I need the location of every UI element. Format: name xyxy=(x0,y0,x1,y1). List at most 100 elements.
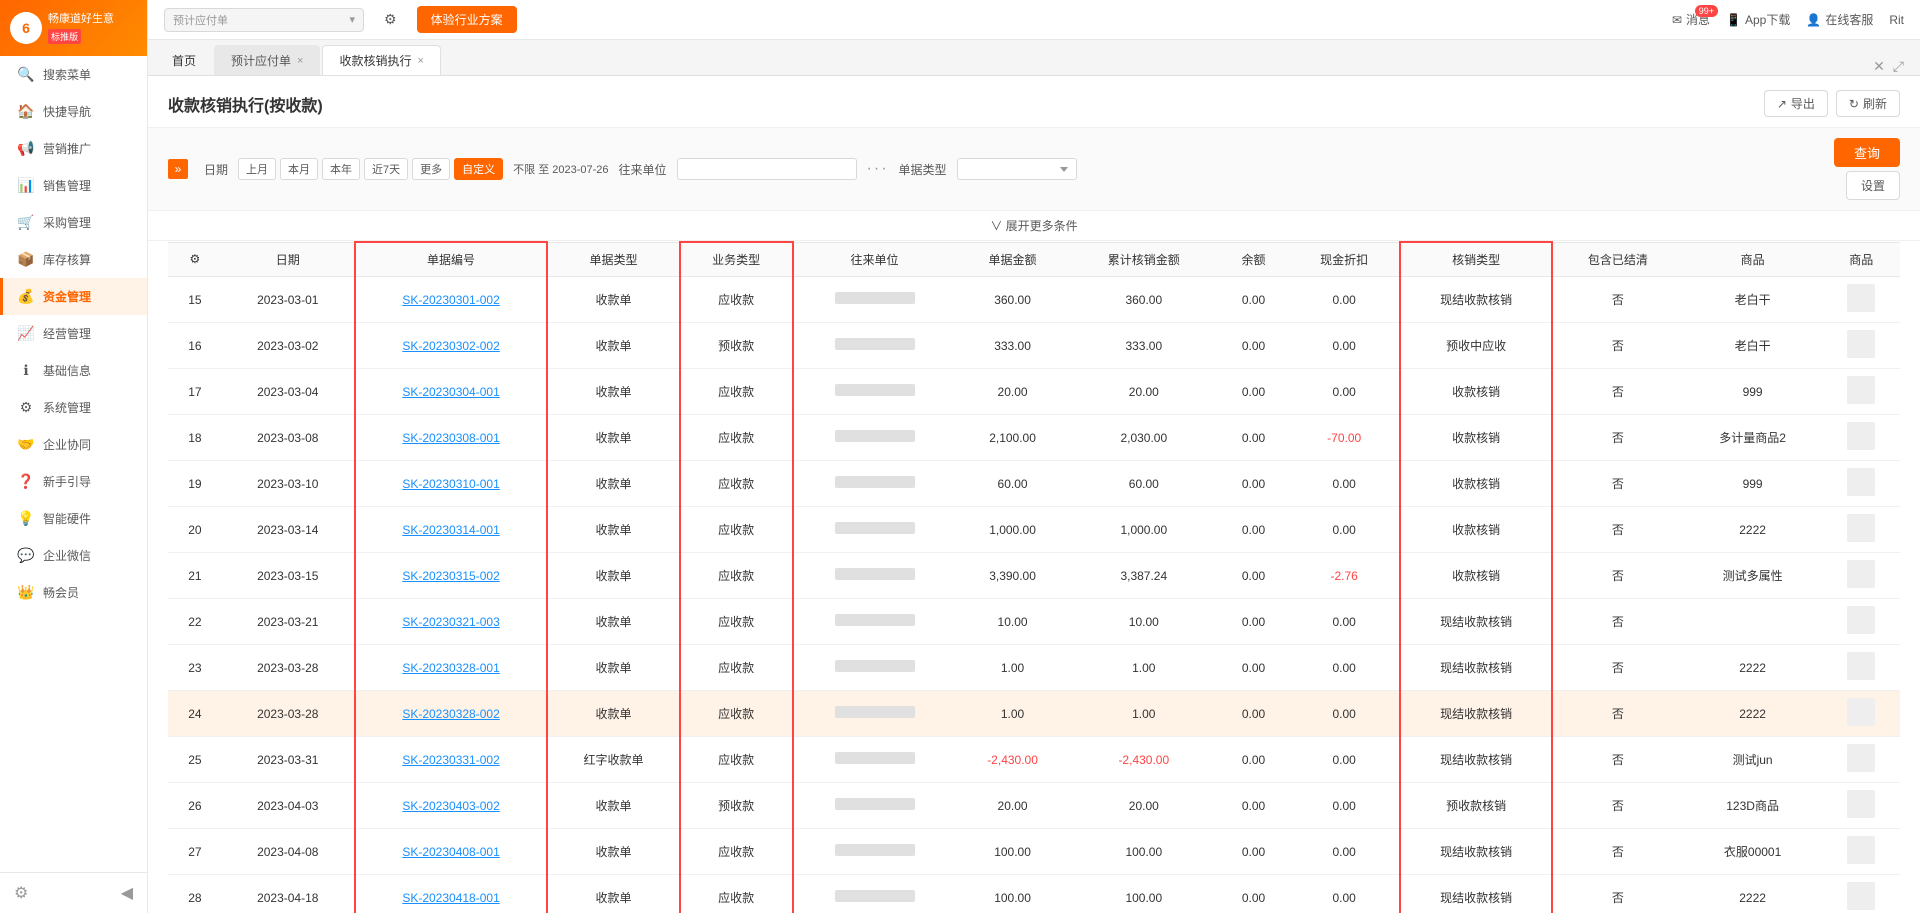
doc-link[interactable]: SK-20230321-003 xyxy=(402,615,499,629)
row-num: 21 xyxy=(168,553,222,599)
tab-writeoff-label: 收款核销执行 xyxy=(339,52,411,69)
filter-dots: ··· xyxy=(867,160,889,178)
sidebar-item-3[interactable]: 📊销售管理 xyxy=(0,167,147,204)
table-row: 22 2023-03-21 SK-20230321-003 收款单 应收款 10… xyxy=(168,599,1900,645)
expand-more-row[interactable]: ∨ 展开更多条件 xyxy=(148,211,1920,241)
tab-writeoff[interactable]: 收款核销执行 × xyxy=(322,45,440,75)
doc-link[interactable]: SK-20230331-002 xyxy=(402,753,499,767)
sidebar-item-11[interactable]: ❓新手引导 xyxy=(0,463,147,500)
collapse-icon[interactable]: ◀ xyxy=(121,883,133,903)
row-included: 否 xyxy=(1552,553,1683,599)
date-btn-this-year[interactable]: 本年 xyxy=(322,158,360,180)
row-product2 xyxy=(1823,691,1900,737)
receipt-type-select[interactable] xyxy=(957,158,1077,180)
doc-link[interactable]: SK-20230314-001 xyxy=(402,523,499,537)
row-balance: 0.00 xyxy=(1218,737,1289,783)
mobile-icon: 📱 xyxy=(1726,13,1741,27)
solution-button[interactable]: 体验行业方案 xyxy=(417,6,517,33)
row-amount: 20.00 xyxy=(956,369,1070,415)
username-label: Rit xyxy=(1889,13,1904,27)
sidebar-item-8[interactable]: ℹ基础信息 xyxy=(0,352,147,389)
row-product1: 老白干 xyxy=(1683,323,1823,369)
tab-home[interactable]: 首页 xyxy=(156,46,212,75)
doc-link[interactable]: SK-20230304-001 xyxy=(402,385,499,399)
sidebar-item-14[interactable]: 👑畅会员 xyxy=(0,574,147,611)
doc-link[interactable]: SK-20230328-001 xyxy=(402,661,499,675)
app-download-btn[interactable]: 📱 App下载 xyxy=(1726,11,1790,28)
online-service-btn[interactable]: 👤 在线客服 xyxy=(1806,11,1873,28)
row-discount: 0.00 xyxy=(1289,369,1400,415)
filter-toggle-button[interactable]: » xyxy=(168,159,188,179)
doc-link[interactable]: SK-20230408-001 xyxy=(402,845,499,859)
sidebar-item-9[interactable]: ⚙系统管理 xyxy=(0,389,147,426)
service-icon: 👤 xyxy=(1806,13,1821,27)
col-header-settings[interactable]: ⚙ xyxy=(168,242,222,277)
table-row: 27 2023-04-08 SK-20230408-001 收款单 应收款 10… xyxy=(168,829,1900,875)
row-biztype: 应收款 xyxy=(680,599,793,645)
doc-link[interactable]: SK-20230418-001 xyxy=(402,891,499,905)
row-discount: 0.00 xyxy=(1289,277,1400,323)
doc-link[interactable]: SK-20230310-001 xyxy=(402,477,499,491)
user-info[interactable]: Rit xyxy=(1889,13,1904,27)
doc-link[interactable]: SK-20230315-002 xyxy=(402,569,499,583)
refresh-button[interactable]: ↻ 刷新 xyxy=(1836,90,1900,117)
row-amount: 60.00 xyxy=(956,461,1070,507)
sidebar-item-12[interactable]: 💡智能硬件 xyxy=(0,500,147,537)
doc-link[interactable]: SK-20230302-002 xyxy=(402,339,499,353)
row-writeoff-type: 现结收款核销 xyxy=(1400,277,1552,323)
row-doctype: 收款单 xyxy=(547,277,679,323)
row-doctype: 收款单 xyxy=(547,829,679,875)
date-btn-last-month[interactable]: 上月 xyxy=(238,158,276,180)
table-row: 20 2023-03-14 SK-20230314-001 收款单 应收款 1,… xyxy=(168,507,1900,553)
tab-prepay-close[interactable]: × xyxy=(297,55,303,67)
table-row: 17 2023-03-04 SK-20230304-001 收款单 应收款 20… xyxy=(168,369,1900,415)
row-partner xyxy=(793,875,956,913)
tab-maximize-icon[interactable]: ⤢ xyxy=(1893,58,1904,75)
row-date: 2023-03-08 xyxy=(222,415,355,461)
row-discount: 0.00 xyxy=(1289,461,1400,507)
date-btn-7days[interactable]: 近7天 xyxy=(364,158,408,180)
partner-input[interactable] xyxy=(677,158,857,180)
query-button[interactable]: 查询 xyxy=(1834,138,1900,167)
refresh-label: 刷新 xyxy=(1863,95,1887,112)
sidebar-item-10[interactable]: 🤝企业协同 xyxy=(0,426,147,463)
doc-link[interactable]: SK-20230308-001 xyxy=(402,431,499,445)
row-balance: 0.00 xyxy=(1218,783,1289,829)
export-button[interactable]: ↗ 导出 xyxy=(1764,90,1828,117)
doc-link[interactable]: SK-20230403-002 xyxy=(402,799,499,813)
topbar-gear-icon[interactable]: ⚙ xyxy=(380,7,401,32)
sidebar-item-6[interactable]: 💰资金管理 xyxy=(0,278,147,315)
row-partner xyxy=(793,323,956,369)
sidebar-item-2[interactable]: 📢营销推广 xyxy=(0,130,147,167)
tab-prepay[interactable]: 预计应付单 × xyxy=(214,45,320,75)
date-btn-this-month[interactable]: 本月 xyxy=(280,158,318,180)
settings-footer-icon[interactable]: ⚙ xyxy=(14,883,28,903)
export-icon: ↗ xyxy=(1777,97,1787,111)
col-header-discount: 现金折扣 xyxy=(1289,242,1400,277)
tab-close-all-icon[interactable]: ✕ xyxy=(1873,58,1885,75)
row-num: 24 xyxy=(168,691,222,737)
row-discount: 0.00 xyxy=(1289,737,1400,783)
dropdown-icon[interactable]: ▾ xyxy=(349,13,355,26)
sidebar-item-1[interactable]: 🏠快捷导航 xyxy=(0,93,147,130)
row-num: 18 xyxy=(168,415,222,461)
date-filter-label: 日期 xyxy=(204,161,228,178)
date-btn-custom[interactable]: 自定义 xyxy=(454,158,503,180)
topbar-url-bar[interactable]: 预计应付单 ▾ xyxy=(164,8,364,32)
sidebar-item-13[interactable]: 💬企业微信 xyxy=(0,537,147,574)
sidebar-item-5[interactable]: 📦库存核算 xyxy=(0,241,147,278)
tab-writeoff-close[interactable]: × xyxy=(417,55,423,67)
row-product1: 老白干 xyxy=(1683,277,1823,323)
sidebar-item-0[interactable]: 🔍搜索菜单 xyxy=(0,56,147,93)
doc-link[interactable]: SK-20230301-002 xyxy=(402,293,499,307)
row-product2 xyxy=(1823,507,1900,553)
sidebar-item-4[interactable]: 🛒采购管理 xyxy=(0,204,147,241)
setting-button[interactable]: 设置 xyxy=(1846,171,1900,200)
tab-prepay-label: 预计应付单 xyxy=(231,52,291,69)
sidebar-item-7[interactable]: 📈经营管理 xyxy=(0,315,147,352)
message-button[interactable]: ✉ 消息 99+ xyxy=(1672,11,1710,28)
date-btn-more[interactable]: 更多 xyxy=(412,158,450,180)
row-balance: 0.00 xyxy=(1218,415,1289,461)
sidebar-label-8: 基础信息 xyxy=(43,362,91,379)
doc-link[interactable]: SK-20230328-002 xyxy=(402,707,499,721)
